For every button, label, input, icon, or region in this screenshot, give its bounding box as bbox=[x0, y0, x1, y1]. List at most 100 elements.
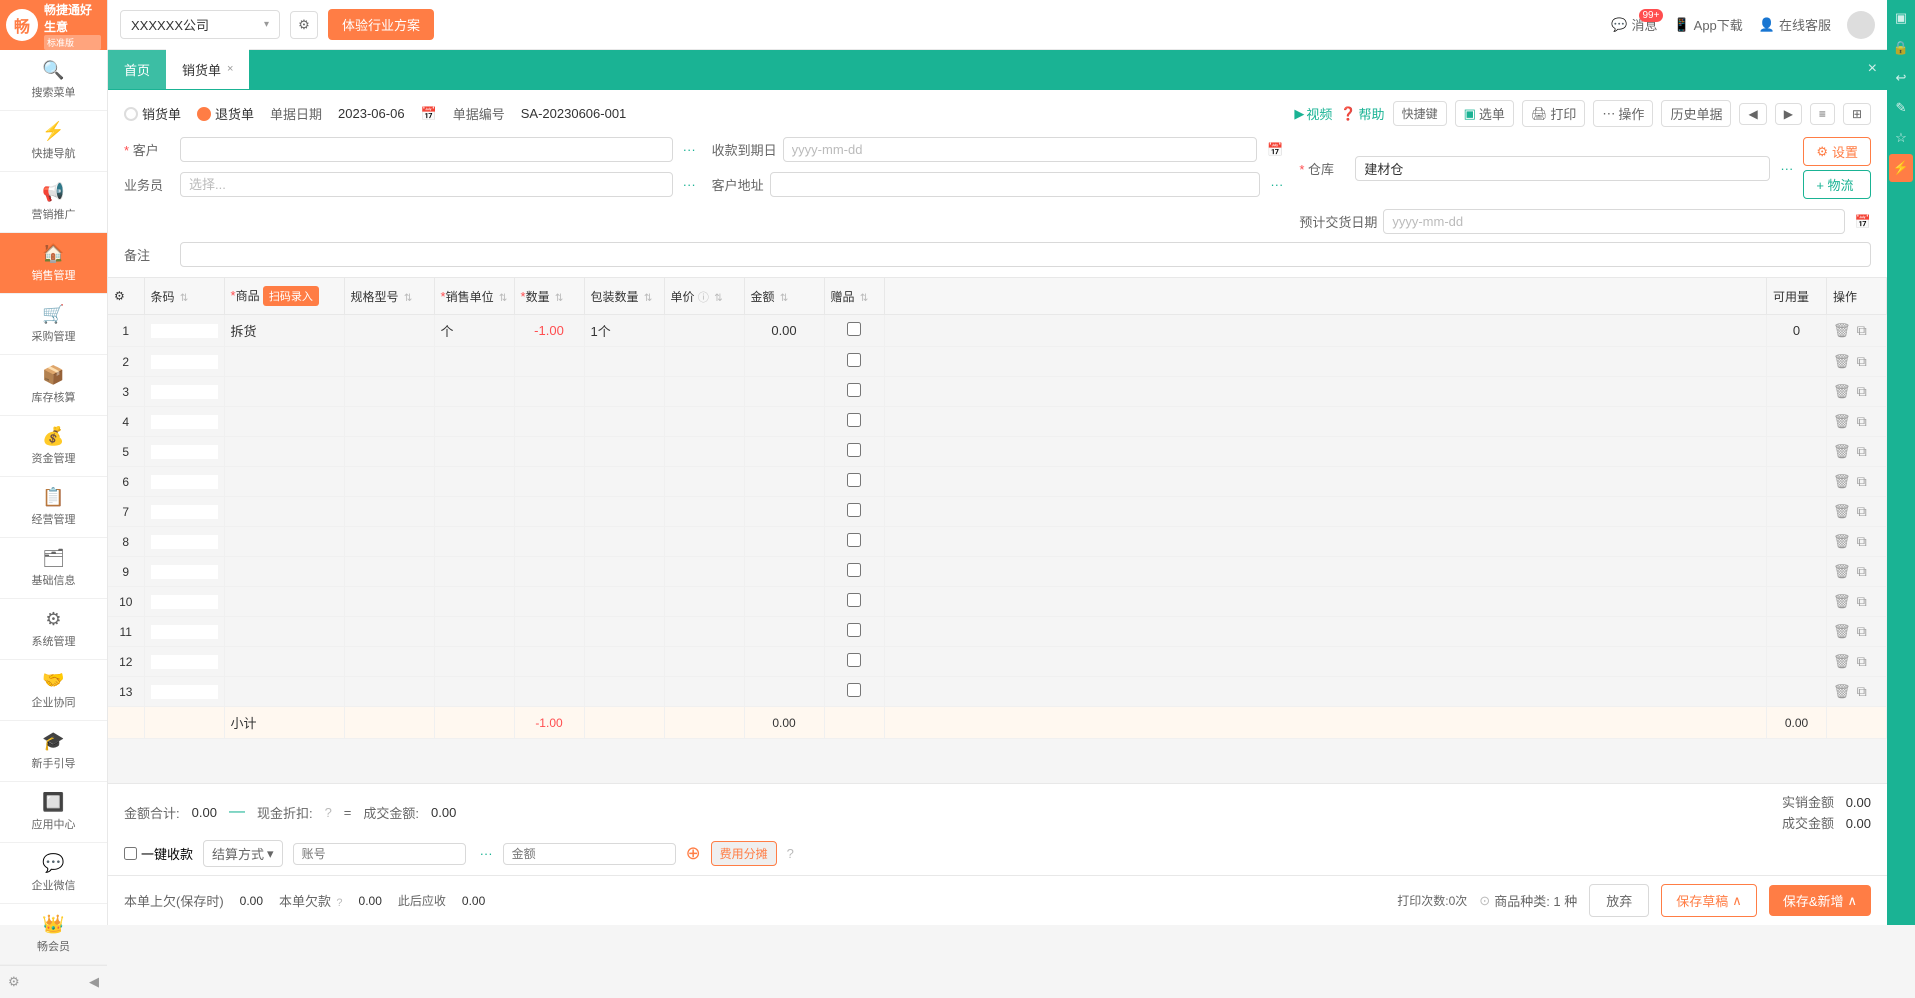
cell-packqty[interactable] bbox=[584, 407, 664, 437]
cell-price[interactable] bbox=[664, 407, 744, 437]
gift-checkbox[interactable] bbox=[847, 533, 861, 547]
cell-amount[interactable] bbox=[744, 587, 824, 617]
delete-row-icon[interactable]: 🗑 bbox=[1833, 322, 1851, 339]
cell-product[interactable]: 拆货 bbox=[224, 315, 344, 347]
copy-row-icon[interactable]: ⧉ bbox=[1857, 623, 1867, 640]
delete-row-icon[interactable]: 🗑 bbox=[1833, 683, 1851, 700]
gift-checkbox[interactable] bbox=[847, 503, 861, 517]
right-panel-btn-1[interactable]: ▣ bbox=[1889, 4, 1913, 32]
tab-close-icon[interactable]: × bbox=[227, 63, 233, 75]
cell-packqty[interactable] bbox=[584, 437, 664, 467]
copy-row-icon[interactable]: ⧉ bbox=[1857, 563, 1867, 580]
cell-qty[interactable] bbox=[514, 437, 584, 467]
cell-unit[interactable] bbox=[434, 437, 514, 467]
company-selector[interactable]: XXXXXX公司 ▾ bbox=[120, 10, 280, 39]
barcode-input[interactable] bbox=[151, 385, 218, 399]
cell-packqty[interactable] bbox=[584, 377, 664, 407]
sidebar-collapse-icon[interactable]: ◀ bbox=[89, 974, 99, 990]
calc-method-dropdown[interactable]: 结算方式 ▾ bbox=[203, 840, 283, 867]
cell-amount[interactable] bbox=[744, 467, 824, 497]
table-scroll[interactable]: ⚙ 条码 ⇅ *商品 扫码录入 规格型号 ⇅ *销售单位 ⇅ *数量 ⇅ bbox=[108, 278, 1887, 783]
cell-unit[interactable] bbox=[434, 497, 514, 527]
tab-sale-order[interactable]: 销货单 × bbox=[166, 49, 249, 89]
cell-qty[interactable] bbox=[514, 677, 584, 707]
cell-price[interactable] bbox=[664, 587, 744, 617]
warehouse-lookup-btn[interactable]: ··· bbox=[1780, 161, 1793, 176]
cell-price[interactable] bbox=[664, 617, 744, 647]
cell-qty[interactable] bbox=[514, 647, 584, 677]
cell-barcode[interactable] bbox=[144, 347, 224, 377]
cell-gift[interactable] bbox=[824, 677, 884, 707]
delete-row-icon[interactable]: 🗑 bbox=[1833, 593, 1851, 610]
gift-checkbox[interactable] bbox=[847, 322, 861, 336]
barcode-input[interactable] bbox=[151, 445, 218, 459]
barcode-input[interactable] bbox=[151, 595, 218, 609]
cell-packqty[interactable] bbox=[584, 617, 664, 647]
cell-amount[interactable] bbox=[744, 677, 824, 707]
cell-price[interactable] bbox=[664, 647, 744, 677]
save-draft-btn[interactable]: 保存草稿 ∧ bbox=[1661, 884, 1757, 917]
cell-qty[interactable] bbox=[514, 617, 584, 647]
account-lookup[interactable]: ··· bbox=[480, 846, 493, 861]
select-btn[interactable]: ▣ 选单 bbox=[1455, 100, 1514, 127]
cell-barcode[interactable] bbox=[144, 377, 224, 407]
cell-spec[interactable] bbox=[344, 437, 434, 467]
sidebar-item-guide[interactable]: 🎓 新手引导 bbox=[0, 721, 107, 782]
cell-product[interactable] bbox=[224, 497, 344, 527]
view-list-btn[interactable]: ≡ bbox=[1810, 103, 1835, 125]
cell-spec[interactable] bbox=[344, 377, 434, 407]
cell-unit[interactable]: 个 bbox=[434, 315, 514, 347]
barcode-input[interactable] bbox=[151, 355, 218, 369]
fee-help-icon[interactable]: ? bbox=[787, 846, 794, 861]
scan-btn[interactable]: 扫码录入 bbox=[263, 286, 319, 306]
view-grid-btn[interactable]: ⊞ bbox=[1843, 103, 1871, 125]
barcode-input[interactable] bbox=[151, 565, 218, 579]
next-btn[interactable]: ▶ bbox=[1775, 103, 1802, 125]
cell-unit[interactable] bbox=[434, 527, 514, 557]
cell-gift[interactable] bbox=[824, 587, 884, 617]
salesperson-lookup-btn[interactable]: ··· bbox=[683, 177, 696, 192]
sidebar-item-quicknav[interactable]: ⚡ 快捷导航 bbox=[0, 111, 107, 172]
cell-gift[interactable] bbox=[824, 315, 884, 347]
cell-spec[interactable] bbox=[344, 497, 434, 527]
sidebar-item-finance[interactable]: 💰 资金管理 bbox=[0, 416, 107, 477]
barcode-input[interactable] bbox=[151, 625, 218, 639]
cell-barcode[interactable] bbox=[144, 677, 224, 707]
shortcut-btn[interactable]: 快捷键 bbox=[1393, 101, 1447, 126]
cash-discount-help-icon[interactable]: ? bbox=[325, 805, 332, 820]
copy-row-icon[interactable]: ⧉ bbox=[1857, 383, 1867, 400]
cell-qty[interactable] bbox=[514, 587, 584, 617]
cell-spec[interactable] bbox=[344, 617, 434, 647]
video-link[interactable]: ▶ 视频 bbox=[1294, 104, 1332, 123]
save-new-btn[interactable]: 保存&新增 ∧ bbox=[1769, 885, 1871, 916]
sidebar-item-purchase[interactable]: 🛒 采购管理 bbox=[0, 294, 107, 355]
cell-amount[interactable] bbox=[744, 527, 824, 557]
customer-lookup-btn[interactable]: ··· bbox=[683, 142, 696, 157]
cell-packqty[interactable] bbox=[584, 587, 664, 617]
prev-btn[interactable]: ◀ bbox=[1739, 103, 1766, 125]
calendar-icon[interactable]: 📅 bbox=[421, 106, 437, 122]
delete-row-icon[interactable]: 🗑 bbox=[1833, 353, 1851, 370]
copy-row-icon[interactable]: ⧉ bbox=[1857, 683, 1867, 700]
gift-checkbox[interactable] bbox=[847, 653, 861, 667]
customer-address-lookup-btn[interactable]: ··· bbox=[1270, 177, 1283, 192]
help-link[interactable]: ❓ 帮助 bbox=[1340, 104, 1384, 123]
account-input[interactable] bbox=[293, 843, 466, 865]
copy-row-icon[interactable]: ⧉ bbox=[1857, 413, 1867, 430]
cell-product[interactable] bbox=[224, 557, 344, 587]
cell-amount[interactable] bbox=[744, 377, 824, 407]
cell-price[interactable] bbox=[664, 315, 744, 347]
barcode-input[interactable] bbox=[151, 324, 218, 338]
settings-button[interactable]: ⚙ bbox=[290, 11, 318, 39]
copy-row-icon[interactable]: ⧉ bbox=[1857, 503, 1867, 520]
sidebar-item-member[interactable]: 👑 畅会员 bbox=[0, 904, 107, 965]
cell-price[interactable] bbox=[664, 377, 744, 407]
delivery-date-calendar-icon[interactable]: 📅 bbox=[1855, 214, 1871, 230]
cell-unit[interactable] bbox=[434, 647, 514, 677]
cell-unit[interactable] bbox=[434, 617, 514, 647]
cell-price[interactable] bbox=[664, 437, 744, 467]
logistics-btn[interactable]: + 物流 bbox=[1803, 170, 1871, 199]
cell-spec[interactable] bbox=[344, 647, 434, 677]
cell-barcode[interactable] bbox=[144, 617, 224, 647]
delete-row-icon[interactable]: 🗑 bbox=[1833, 383, 1851, 400]
